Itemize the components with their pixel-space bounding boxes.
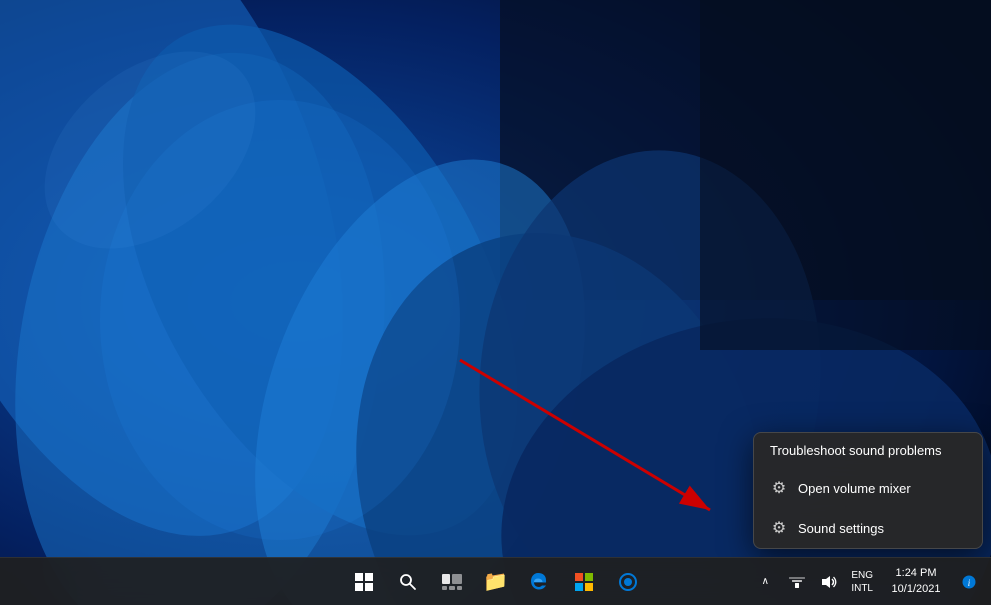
gear-icon-sound: ⚙ (770, 518, 788, 538)
volume-icon[interactable] (815, 564, 843, 600)
language-text: ENGINTL (851, 569, 873, 595)
troubleshoot-label: Troubleshoot sound problems (770, 443, 942, 458)
taskbar-center: 📁 (344, 562, 648, 602)
menu-item-troubleshoot[interactable]: Troubleshoot sound problems (754, 433, 982, 468)
task-view-button[interactable] (432, 562, 472, 602)
taskbar-right: ∧ ENGINTL (751, 564, 983, 600)
menu-item-sound-settings[interactable]: ⚙ Sound settings (754, 508, 982, 548)
clock-time: 1:24 PM (896, 566, 937, 581)
sound-settings-label: Sound settings (798, 521, 884, 536)
notification-icon[interactable]: i (955, 564, 983, 600)
language-indicator[interactable]: ENGINTL (847, 567, 877, 597)
file-explorer-button[interactable]: 📁 (476, 562, 516, 602)
network-icon[interactable] (783, 564, 811, 600)
volume-mixer-label: Open volume mixer (798, 481, 911, 496)
menu-item-volume-mixer[interactable]: ⚙ Open volume mixer (754, 468, 982, 508)
tray-chevron[interactable]: ∧ (751, 564, 779, 600)
cortana-button[interactable] (608, 562, 648, 602)
store-button[interactable] (564, 562, 604, 602)
edge-button[interactable] (520, 562, 560, 602)
taskbar: 📁 (0, 557, 991, 605)
context-menu: Troubleshoot sound problems ⚙ Open volum… (753, 432, 983, 549)
start-button[interactable] (344, 562, 384, 602)
search-button[interactable] (388, 562, 428, 602)
clock-date: 10/1/2021 (892, 582, 941, 597)
clock[interactable]: 1:24 PM 10/1/2021 (881, 564, 951, 599)
desktop: Troubleshoot sound problems ⚙ Open volum… (0, 0, 991, 605)
gear-icon-volume: ⚙ (770, 478, 788, 498)
